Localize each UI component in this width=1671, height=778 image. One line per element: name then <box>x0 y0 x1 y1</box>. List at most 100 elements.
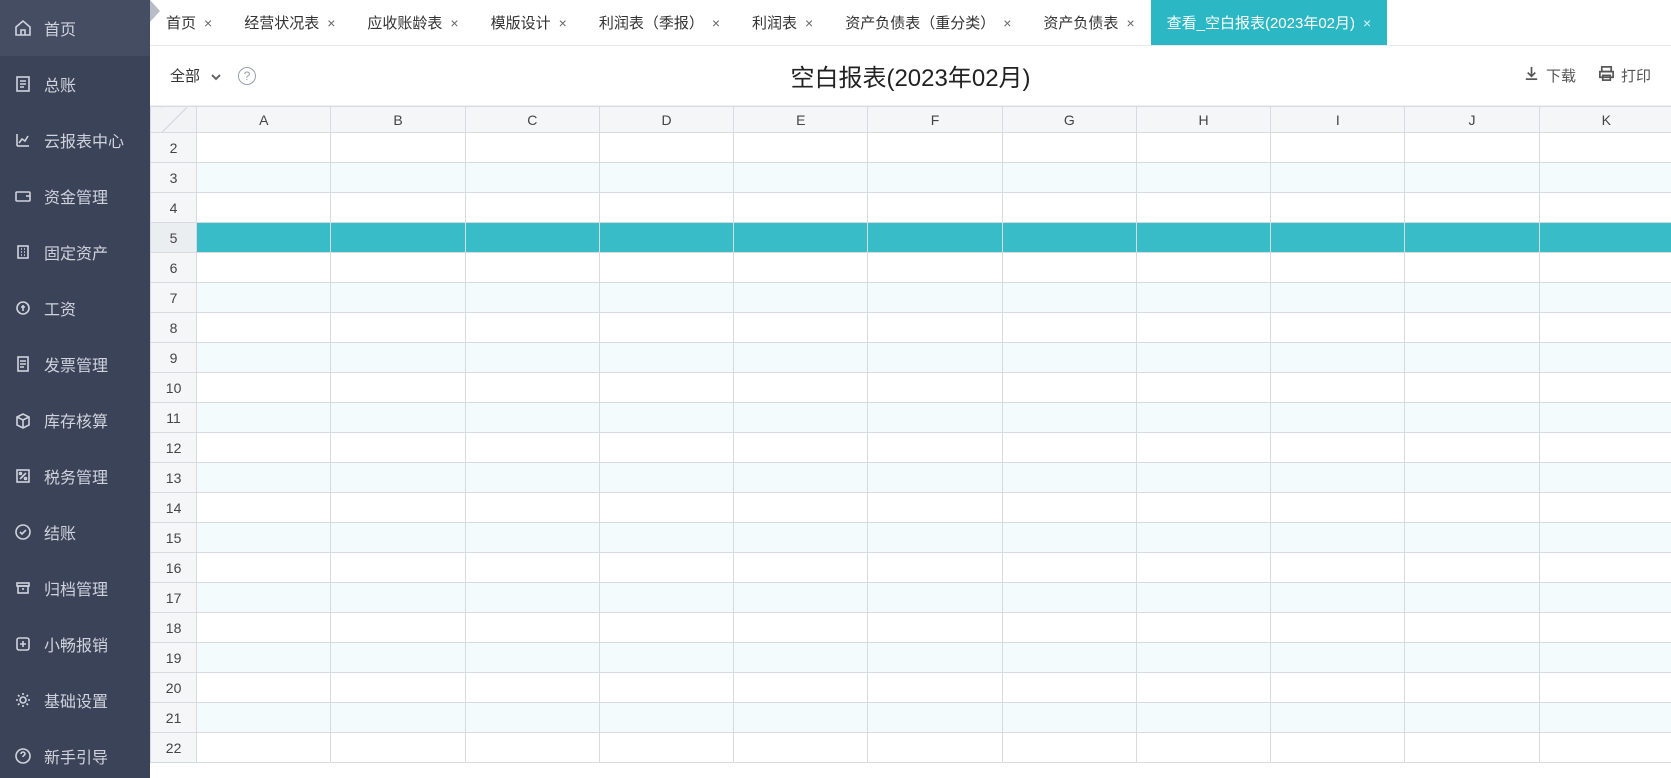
col-header-C[interactable]: C <box>465 107 599 133</box>
cell-E17[interactable] <box>734 583 868 613</box>
cell-A4[interactable] <box>197 193 331 223</box>
sidebar-item-chart[interactable]: 云报表中心 <box>0 112 150 168</box>
cell-I18[interactable] <box>1271 613 1405 643</box>
cell-B2[interactable] <box>331 133 465 163</box>
cell-D17[interactable] <box>599 583 733 613</box>
tab-5[interactable]: 利润表× <box>736 0 829 45</box>
row-header-21[interactable]: 21 <box>151 703 197 733</box>
cell-D2[interactable] <box>599 133 733 163</box>
cell-C10[interactable] <box>465 373 599 403</box>
sidebar-item-guide[interactable]: 新手引导 <box>0 728 150 778</box>
cell-E10[interactable] <box>734 373 868 403</box>
row-header-22[interactable]: 22 <box>151 733 197 763</box>
cell-C19[interactable] <box>465 643 599 673</box>
cell-B15[interactable] <box>331 523 465 553</box>
cell-E13[interactable] <box>734 463 868 493</box>
cell-J9[interactable] <box>1405 343 1539 373</box>
cell-C8[interactable] <box>465 313 599 343</box>
col-header-D[interactable]: D <box>599 107 733 133</box>
cell-F17[interactable] <box>868 583 1002 613</box>
cell-C22[interactable] <box>465 733 599 763</box>
close-icon[interactable]: × <box>204 15 212 31</box>
cell-G22[interactable] <box>1002 733 1136 763</box>
cell-H19[interactable] <box>1136 643 1270 673</box>
cell-H3[interactable] <box>1136 163 1270 193</box>
row-header-18[interactable]: 18 <box>151 613 197 643</box>
cell-D21[interactable] <box>599 703 733 733</box>
row-header-14[interactable]: 14 <box>151 493 197 523</box>
col-header-B[interactable]: B <box>331 107 465 133</box>
cell-K3[interactable] <box>1539 163 1671 193</box>
sidebar-item-invoice[interactable]: 发票管理 <box>0 336 150 392</box>
cell-H12[interactable] <box>1136 433 1270 463</box>
cell-J14[interactable] <box>1405 493 1539 523</box>
col-header-K[interactable]: K <box>1539 107 1671 133</box>
cell-H6[interactable] <box>1136 253 1270 283</box>
cell-E14[interactable] <box>734 493 868 523</box>
cell-A17[interactable] <box>197 583 331 613</box>
cell-A21[interactable] <box>197 703 331 733</box>
cell-G12[interactable] <box>1002 433 1136 463</box>
cell-A18[interactable] <box>197 613 331 643</box>
download-button[interactable]: 下载 <box>1523 65 1576 86</box>
cell-G8[interactable] <box>1002 313 1136 343</box>
cell-A10[interactable] <box>197 373 331 403</box>
row-header-7[interactable]: 7 <box>151 283 197 313</box>
cell-H4[interactable] <box>1136 193 1270 223</box>
cell-E3[interactable] <box>734 163 868 193</box>
cell-K2[interactable] <box>1539 133 1671 163</box>
cell-J10[interactable] <box>1405 373 1539 403</box>
cell-G6[interactable] <box>1002 253 1136 283</box>
cell-I12[interactable] <box>1271 433 1405 463</box>
cell-I14[interactable] <box>1271 493 1405 523</box>
cell-H17[interactable] <box>1136 583 1270 613</box>
col-header-H[interactable]: H <box>1136 107 1270 133</box>
cell-K9[interactable] <box>1539 343 1671 373</box>
sidebar-item-settings[interactable]: 基础设置 <box>0 672 150 728</box>
cell-I22[interactable] <box>1271 733 1405 763</box>
cell-H8[interactable] <box>1136 313 1270 343</box>
cell-B3[interactable] <box>331 163 465 193</box>
cell-C12[interactable] <box>465 433 599 463</box>
cell-G10[interactable] <box>1002 373 1136 403</box>
cell-J2[interactable] <box>1405 133 1539 163</box>
close-icon[interactable]: × <box>327 15 335 31</box>
cell-C13[interactable] <box>465 463 599 493</box>
cell-K16[interactable] <box>1539 553 1671 583</box>
cell-B6[interactable] <box>331 253 465 283</box>
cell-A2[interactable] <box>197 133 331 163</box>
col-header-E[interactable]: E <box>734 107 868 133</box>
cell-J19[interactable] <box>1405 643 1539 673</box>
cell-J17[interactable] <box>1405 583 1539 613</box>
cell-K10[interactable] <box>1539 373 1671 403</box>
close-icon[interactable]: × <box>559 15 567 31</box>
cell-E21[interactable] <box>734 703 868 733</box>
cell-E7[interactable] <box>734 283 868 313</box>
tab-4[interactable]: 利润表（季报）× <box>583 0 736 45</box>
cell-F8[interactable] <box>868 313 1002 343</box>
cell-K7[interactable] <box>1539 283 1671 313</box>
tab-1[interactable]: 经营状况表× <box>228 0 351 45</box>
close-icon[interactable]: × <box>805 15 813 31</box>
cell-I11[interactable] <box>1271 403 1405 433</box>
cell-J8[interactable] <box>1405 313 1539 343</box>
tab-3[interactable]: 模版设计× <box>475 0 583 45</box>
cell-I9[interactable] <box>1271 343 1405 373</box>
row-header-19[interactable]: 19 <box>151 643 197 673</box>
row-header-10[interactable]: 10 <box>151 373 197 403</box>
cell-B14[interactable] <box>331 493 465 523</box>
cell-I20[interactable] <box>1271 673 1405 703</box>
sidebar-item-ledger[interactable]: 总账 <box>0 56 150 112</box>
print-button[interactable]: 打印 <box>1598 65 1651 86</box>
sidebar-item-archive[interactable]: 归档管理 <box>0 560 150 616</box>
cell-F18[interactable] <box>868 613 1002 643</box>
cell-C15[interactable] <box>465 523 599 553</box>
cell-I17[interactable] <box>1271 583 1405 613</box>
cell-F16[interactable] <box>868 553 1002 583</box>
cell-I5[interactable] <box>1271 223 1405 253</box>
cell-H15[interactable] <box>1136 523 1270 553</box>
cell-J12[interactable] <box>1405 433 1539 463</box>
row-header-11[interactable]: 11 <box>151 403 197 433</box>
cell-B17[interactable] <box>331 583 465 613</box>
cell-H13[interactable] <box>1136 463 1270 493</box>
